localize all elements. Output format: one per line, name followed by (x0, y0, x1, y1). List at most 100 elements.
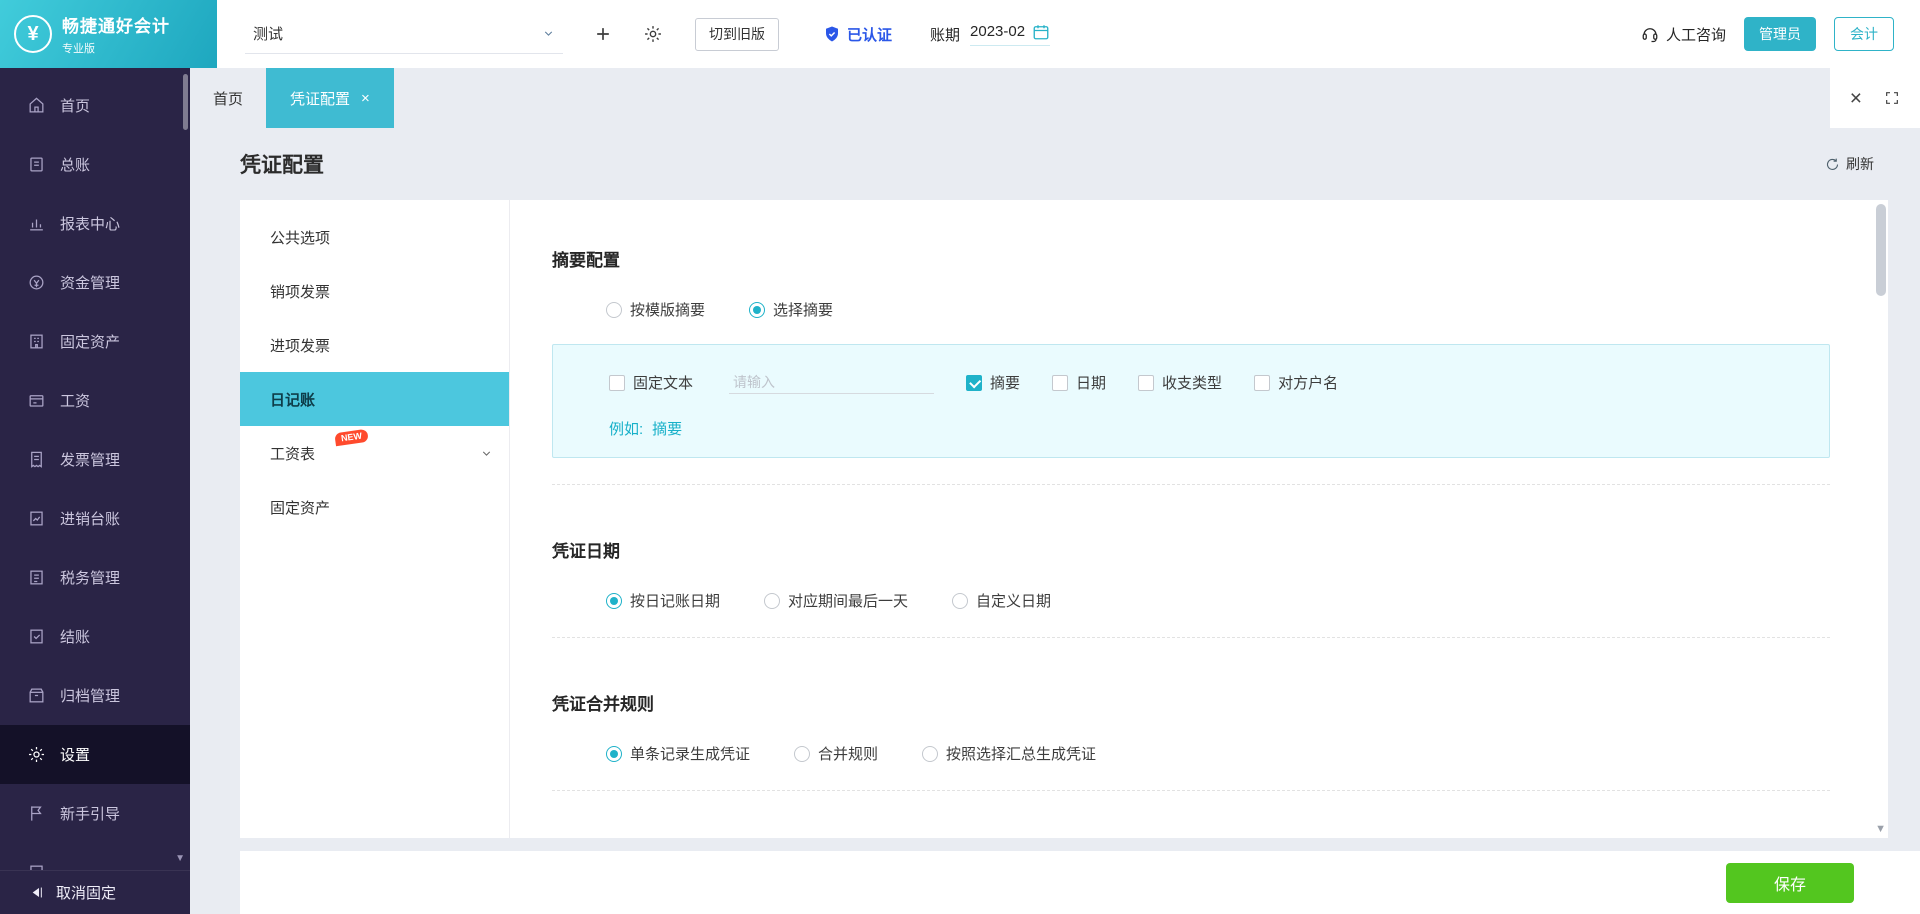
radio-circle (794, 746, 810, 762)
subnav-item-common-options[interactable]: 公共选项 (240, 210, 509, 264)
config-content: 摘要配置 按模版摘要 选择摘要 固定文本 (510, 200, 1888, 838)
radio-period-last-day[interactable]: 对应期间最后一天 (764, 590, 908, 611)
sidebar-item-fund-management[interactable]: 资金管理 (0, 253, 190, 312)
settings-gear-icon (27, 745, 46, 764)
subnav-item-input-invoice[interactable]: 进项发票 (240, 318, 509, 372)
refresh-icon (1825, 157, 1840, 172)
sidebar-item-label: 税务管理 (60, 567, 120, 588)
sidebar-item-archive-management[interactable]: 归档管理 (0, 666, 190, 725)
certified-badge[interactable]: 已认证 (823, 24, 892, 45)
example-row: 例如: 摘要 (609, 418, 1829, 439)
sidebar-scroll-down-icon[interactable]: ▼ (175, 853, 185, 864)
checkbox-label: 摘要 (990, 372, 1020, 393)
sidebar-item-salary[interactable]: 工资 (0, 371, 190, 430)
sidebar-scrollbar-thumb[interactable] (183, 74, 188, 130)
radio-circle (606, 746, 622, 762)
add-account-button[interactable] (593, 24, 613, 44)
section-title-merge-rule: 凭证合并规则 (552, 690, 1830, 715)
tax-doc-icon (27, 568, 46, 587)
coin-icon (27, 273, 46, 292)
subnav-item-journal[interactable]: 日记账 (240, 372, 509, 426)
tab-home[interactable]: 首页 (190, 68, 266, 128)
main-area: 凭证配置 刷新 公共选项 销项发票 进项发票 日记账 工资表 NEW (190, 128, 1920, 914)
certified-label: 已认证 (847, 24, 892, 45)
sidebar-item-tax-management[interactable]: 税务管理 (0, 548, 190, 607)
radio-circle (922, 746, 938, 762)
fullscreen-icon[interactable] (1884, 90, 1900, 106)
period-label: 账期 (930, 24, 960, 45)
page-header: 凭证配置 刷新 (190, 128, 1920, 200)
radio-custom-date[interactable]: 自定义日期 (952, 590, 1051, 611)
divider (552, 790, 1830, 791)
radio-circle (606, 593, 622, 609)
subnav-item-fixed-assets[interactable]: 固定资产 (240, 480, 509, 534)
checkbox-fixed-text[interactable]: 固定文本 (609, 372, 693, 393)
radio-summarize-by-selection[interactable]: 按照选择汇总生成凭证 (922, 743, 1096, 764)
checkbox-summary[interactable]: 摘要 (966, 372, 1020, 393)
gear-icon (643, 24, 663, 44)
accountant-role-button[interactable]: 会计 (1834, 17, 1894, 51)
checkbox-counterparty-name[interactable]: 对方户名 (1254, 372, 1338, 393)
divider (552, 484, 1830, 485)
radio-journal-date[interactable]: 按日记账日期 (606, 590, 720, 611)
sidebar-item-purchase-sale-ledger[interactable]: 进销台账 (0, 489, 190, 548)
admin-role-button[interactable]: 管理员 (1744, 17, 1816, 51)
unpin-icon (30, 884, 47, 901)
tab-close-icon[interactable]: × (361, 90, 370, 107)
close-all-tabs-icon[interactable]: × (1850, 88, 1862, 109)
sidebar-item-newbie-guide[interactable]: 新手引导 (0, 784, 190, 843)
radio-label: 单条记录生成凭证 (630, 743, 750, 764)
account-settings-button[interactable] (643, 24, 663, 44)
sidebar-item-general-ledger[interactable]: 总账 (0, 135, 190, 194)
radio-template-summary[interactable]: 按模版摘要 (606, 299, 705, 320)
switch-to-old-version-button[interactable]: 切到旧版 (695, 18, 779, 51)
refresh-button[interactable]: 刷新 (1825, 154, 1874, 174)
sidebar-item-label: 工资 (60, 390, 90, 411)
human-support-link[interactable]: 人工咨询 (1641, 24, 1726, 45)
sidebar-item-report-center[interactable]: 报表中心 (0, 194, 190, 253)
sidebar-item-home[interactable]: 首页 (0, 76, 190, 135)
brand-edition: 专业版 (62, 40, 170, 56)
radio-label: 按照选择汇总生成凭证 (946, 743, 1096, 764)
subnav-item-payroll[interactable]: 工资表 NEW (240, 426, 509, 480)
radio-merge-rule[interactable]: 合并规则 (794, 743, 878, 764)
sidebar-item-settings[interactable]: 设置 (0, 725, 190, 784)
unpin-label: 取消固定 (56, 882, 116, 903)
sidebar-item-fixed-assets[interactable]: 固定资产 (0, 312, 190, 371)
salary-card-icon (27, 391, 46, 410)
sidebar-item-closing[interactable]: 结账 (0, 607, 190, 666)
sidebar-item-label: 新手引导 (60, 803, 120, 824)
radio-select-summary[interactable]: 选择摘要 (749, 299, 833, 320)
fixed-text-input[interactable] (729, 371, 934, 394)
tab-label: 凭证配置 (290, 88, 350, 109)
footer-bar: 保存 (240, 851, 1920, 914)
support-label: 人工咨询 (1666, 24, 1726, 45)
content-scroll-down-icon[interactable]: ▼ (1875, 823, 1886, 835)
radio-single-record[interactable]: 单条记录生成凭证 (606, 743, 750, 764)
company-select[interactable]: 测试 (245, 14, 563, 54)
app-root: ¥ 畅捷通好会计 专业版 测试 切到旧版 已认证 账期 2023-02 (0, 0, 1920, 914)
checkbox-label: 对方户名 (1278, 372, 1338, 393)
save-button[interactable]: 保存 (1726, 863, 1854, 903)
tab-actions: × (1830, 68, 1920, 128)
brand-text: 畅捷通好会计 专业版 (62, 12, 170, 56)
sidebar-item-label: 资金管理 (60, 272, 120, 293)
home-icon (27, 96, 46, 115)
subnav-item-output-invoice[interactable]: 销项发票 (240, 264, 509, 318)
brand-title: 畅捷通好会计 (62, 12, 170, 37)
tab-voucher-config[interactable]: 凭证配置 × (266, 68, 394, 128)
brand-coin-icon: ¥ (14, 15, 52, 53)
example-value-link[interactable]: 摘要 (652, 418, 682, 439)
summary-options-row: 固定文本 摘要 日期 收支类型 (609, 371, 1829, 394)
checkbox-square (1138, 375, 1154, 391)
unpin-sidebar-button[interactable]: 取消固定 (0, 870, 190, 914)
sidebar-item-invoice-management[interactable]: 发票管理 (0, 430, 190, 489)
checkbox-date[interactable]: 日期 (1052, 372, 1106, 393)
accounting-period: 账期 2023-02 (930, 23, 1050, 46)
content-scrollbar-thumb[interactable] (1876, 204, 1886, 296)
checkbox-income-expense-type[interactable]: 收支类型 (1138, 372, 1222, 393)
chevron-down-icon (480, 447, 493, 464)
merge-rule-radio-group: 单条记录生成凭证 合并规则 按照选择汇总生成凭证 (606, 743, 1830, 764)
period-picker[interactable]: 2023-02 (970, 23, 1050, 46)
sidebar-item-label: 报表中心 (60, 213, 120, 234)
